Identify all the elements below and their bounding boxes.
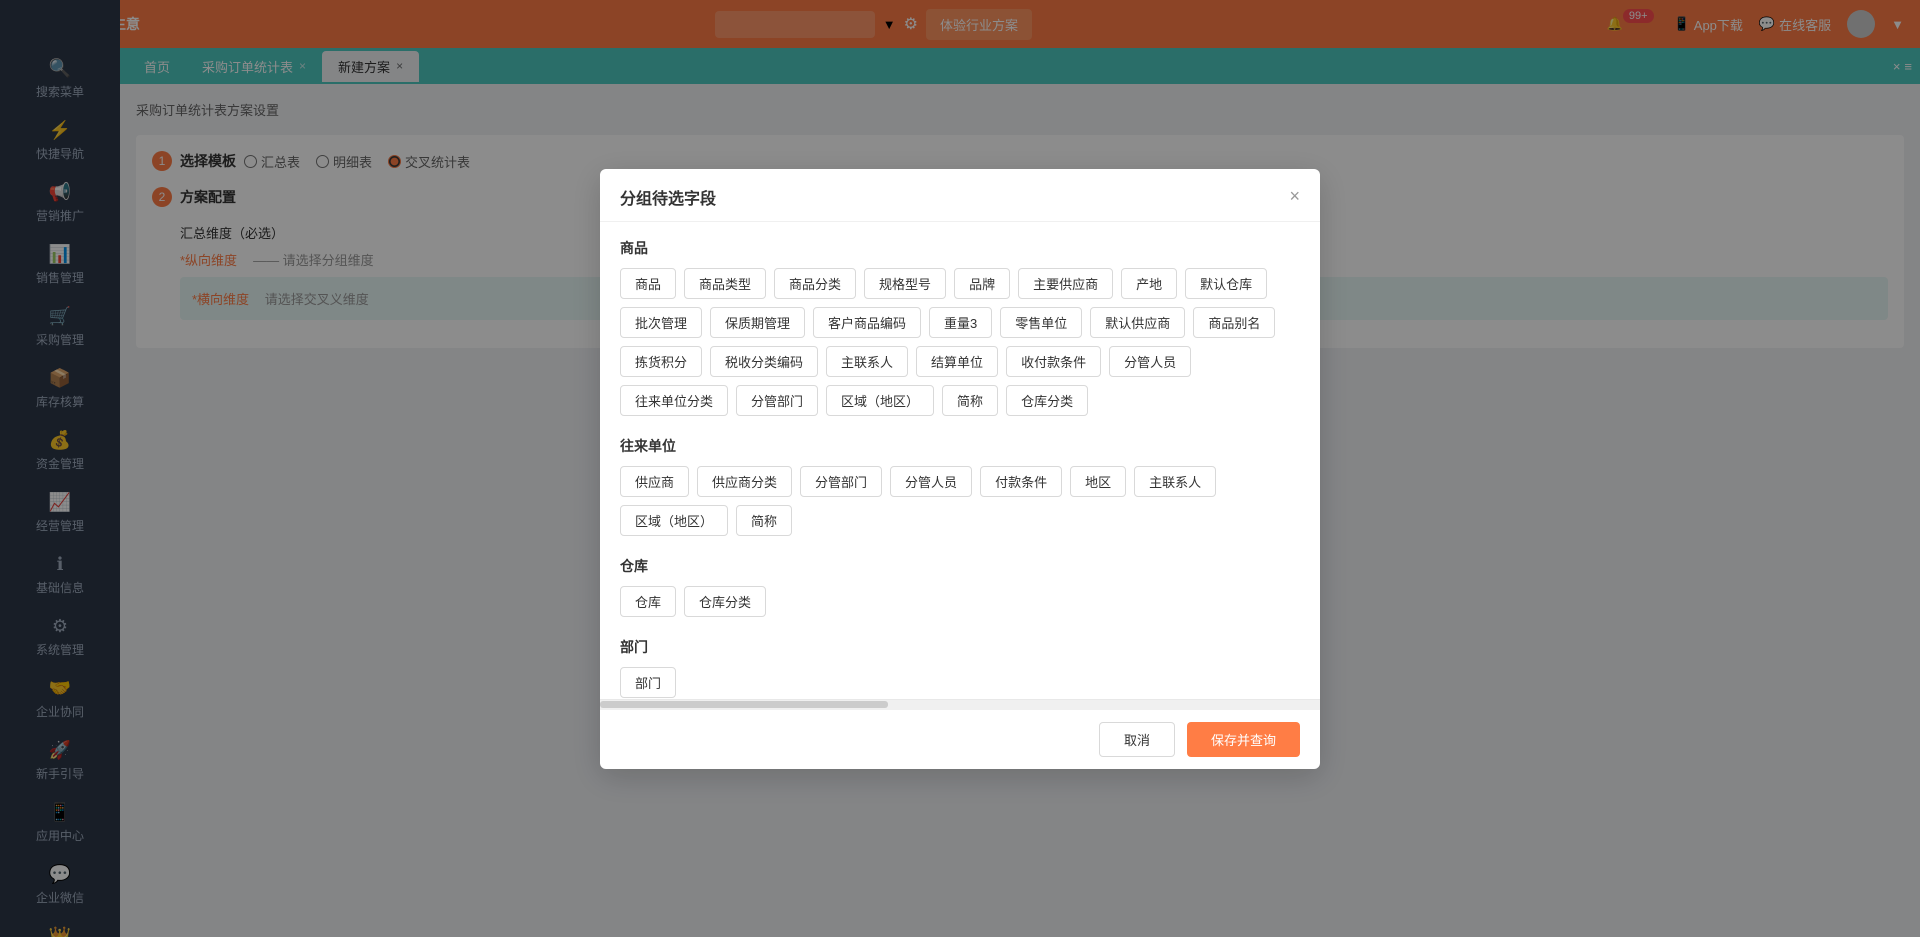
field-tag[interactable]: 零售单位 [1000,307,1082,338]
field-tag[interactable]: 供应商 [620,466,689,497]
modal-body: 商品商品商品类型商品分类规格型号品牌主要供应商产地默认仓库批次管理保质期管理客户… [600,222,1320,699]
field-tag[interactable]: 仓库分类 [1006,385,1088,416]
field-tag[interactable]: 保质期管理 [710,307,805,338]
field-tag[interactable]: 主联系人 [1134,466,1216,497]
field-tag[interactable]: 批次管理 [620,307,702,338]
field-tags: 商品商品类型商品分类规格型号品牌主要供应商产地默认仓库批次管理保质期管理客户商品… [620,268,1300,416]
field-select-modal: 分组待选字段 × 商品商品商品类型商品分类规格型号品牌主要供应商产地默认仓库批次… [600,169,1320,769]
field-tag[interactable]: 区域（地区） [620,505,728,536]
modal-hscroll-thumb [600,701,888,708]
field-tag[interactable]: 供应商分类 [697,466,792,497]
section-title: 往来单位 [620,436,1300,456]
modal-close-icon[interactable]: × [1289,186,1300,207]
field-tag[interactable]: 结算单位 [916,346,998,377]
modal-title: 分组待选字段 [620,185,716,209]
field-tag[interactable]: 简称 [942,385,998,416]
field-tags: 部门 [620,667,1300,698]
cancel-button[interactable]: 取消 [1099,722,1175,757]
field-tag[interactable]: 商品分类 [774,268,856,299]
field-tags: 仓库仓库分类 [620,586,1300,617]
field-tag[interactable]: 分管部门 [736,385,818,416]
field-tag[interactable]: 商品别名 [1193,307,1275,338]
field-tag[interactable]: 税收分类编码 [710,346,818,377]
field-tag[interactable]: 简称 [736,505,792,536]
confirm-button[interactable]: 保存并查询 [1187,722,1300,757]
field-tag[interactable]: 主联系人 [826,346,908,377]
modal-footer: 取消 保存并查询 [600,709,1320,769]
field-tag[interactable]: 重量3 [929,307,992,338]
field-tag[interactable]: 分管人员 [1109,346,1191,377]
field-tag[interactable]: 商品 [620,268,676,299]
field-tag[interactable]: 仓库分类 [684,586,766,617]
section-title: 商品 [620,238,1300,258]
field-tag[interactable]: 主要供应商 [1018,268,1113,299]
field-tag[interactable]: 仓库 [620,586,676,617]
field-tag[interactable]: 收付款条件 [1006,346,1101,377]
field-tag[interactable]: 分管人员 [890,466,972,497]
field-tag[interactable]: 规格型号 [864,268,946,299]
section-title: 部门 [620,637,1300,657]
modal-overlay: 分组待选字段 × 商品商品商品类型商品分类规格型号品牌主要供应商产地默认仓库批次… [0,0,1920,937]
field-tag[interactable]: 客户商品编码 [813,307,921,338]
field-tag[interactable]: 区域（地区） [826,385,934,416]
modal-horizontal-scrollbar[interactable] [600,699,1320,709]
field-tag[interactable]: 地区 [1070,466,1126,497]
section-title: 仓库 [620,556,1300,576]
field-tag[interactable]: 往来单位分类 [620,385,728,416]
field-section-部门: 部门部门 [620,637,1300,698]
field-tag[interactable]: 分管部门 [800,466,882,497]
field-tag[interactable]: 付款条件 [980,466,1062,497]
field-tags: 供应商供应商分类分管部门分管人员付款条件地区主联系人区域（地区） 简称 [620,466,1300,536]
field-tag[interactable]: 品牌 [954,268,1010,299]
field-tag[interactable]: 拣货积分 [620,346,702,377]
field-tag[interactable]: 默认仓库 [1185,268,1267,299]
field-tag[interactable]: 部门 [620,667,676,698]
field-tag[interactable]: 产地 [1121,268,1177,299]
field-section-商品: 商品商品商品类型商品分类规格型号品牌主要供应商产地默认仓库批次管理保质期管理客户… [620,238,1300,416]
field-tag[interactable]: 商品类型 [684,268,766,299]
field-section-往来单位: 往来单位供应商供应商分类分管部门分管人员付款条件地区主联系人区域（地区） 简称 [620,436,1300,536]
field-section-仓库: 仓库仓库仓库分类 [620,556,1300,617]
modal-header: 分组待选字段 × [600,169,1320,222]
field-tag[interactable]: 默认供应商 [1090,307,1185,338]
